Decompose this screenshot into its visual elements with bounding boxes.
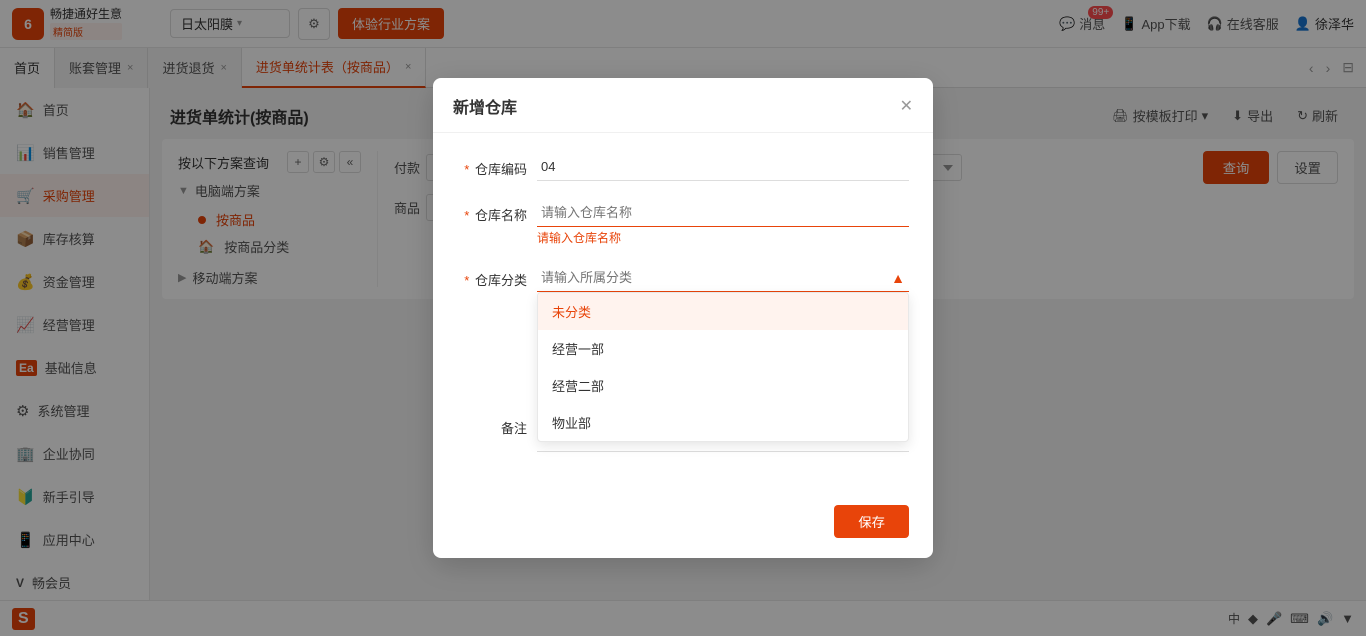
warehouse-name-input[interactable] [537,199,909,227]
form-row-code: * 仓库编码 [457,153,909,181]
code-field-wrap [537,153,909,181]
category-label: * 仓库分类 [457,264,537,289]
new-warehouse-dialog: 新增仓库 ✕ * 仓库编码 * 仓库名称 [433,78,933,558]
warehouse-code-input[interactable] [537,153,909,181]
name-error-message: 请输入仓库名称 [537,229,909,246]
dropdown-item-ops2[interactable]: 经营二部 [538,367,908,404]
category-arrow-icon[interactable]: ▲ [891,270,905,286]
dropdown-item-unclassified[interactable]: 未分类 [538,293,908,330]
dropdown-item-property[interactable]: 物业部 [538,404,908,441]
category-field-wrap: ▲ 未分类 经营一部 经营二部 物业部 [537,264,909,292]
dialog-footer: 保存 [433,493,933,558]
dialog-close-button[interactable]: ✕ [900,96,913,116]
dialog-overlay: 新增仓库 ✕ * 仓库编码 * 仓库名称 [0,0,1366,636]
save-button[interactable]: 保存 [834,505,909,538]
dialog-title: 新增仓库 [453,94,517,118]
form-row-name: * 仓库名称 请输入仓库名称 [457,199,909,246]
dropdown-item-ops1[interactable]: 经营一部 [538,330,908,367]
category-select-input[interactable] [537,264,909,292]
code-label: * 仓库编码 [457,153,537,178]
name-field-wrap: 请输入仓库名称 [537,199,909,246]
category-dropdown: 未分类 经营一部 经营二部 物业部 [537,292,909,442]
form-row-category: * 仓库分类 ▲ 未分类 经营一部 经营二部 物业部 [457,264,909,292]
dialog-header: 新增仓库 ✕ [433,78,933,133]
dialog-body: * 仓库编码 * 仓库名称 请输入仓库名称 [433,133,933,493]
name-label: * 仓库名称 [457,199,537,224]
remark-label: 备注 [457,412,537,437]
